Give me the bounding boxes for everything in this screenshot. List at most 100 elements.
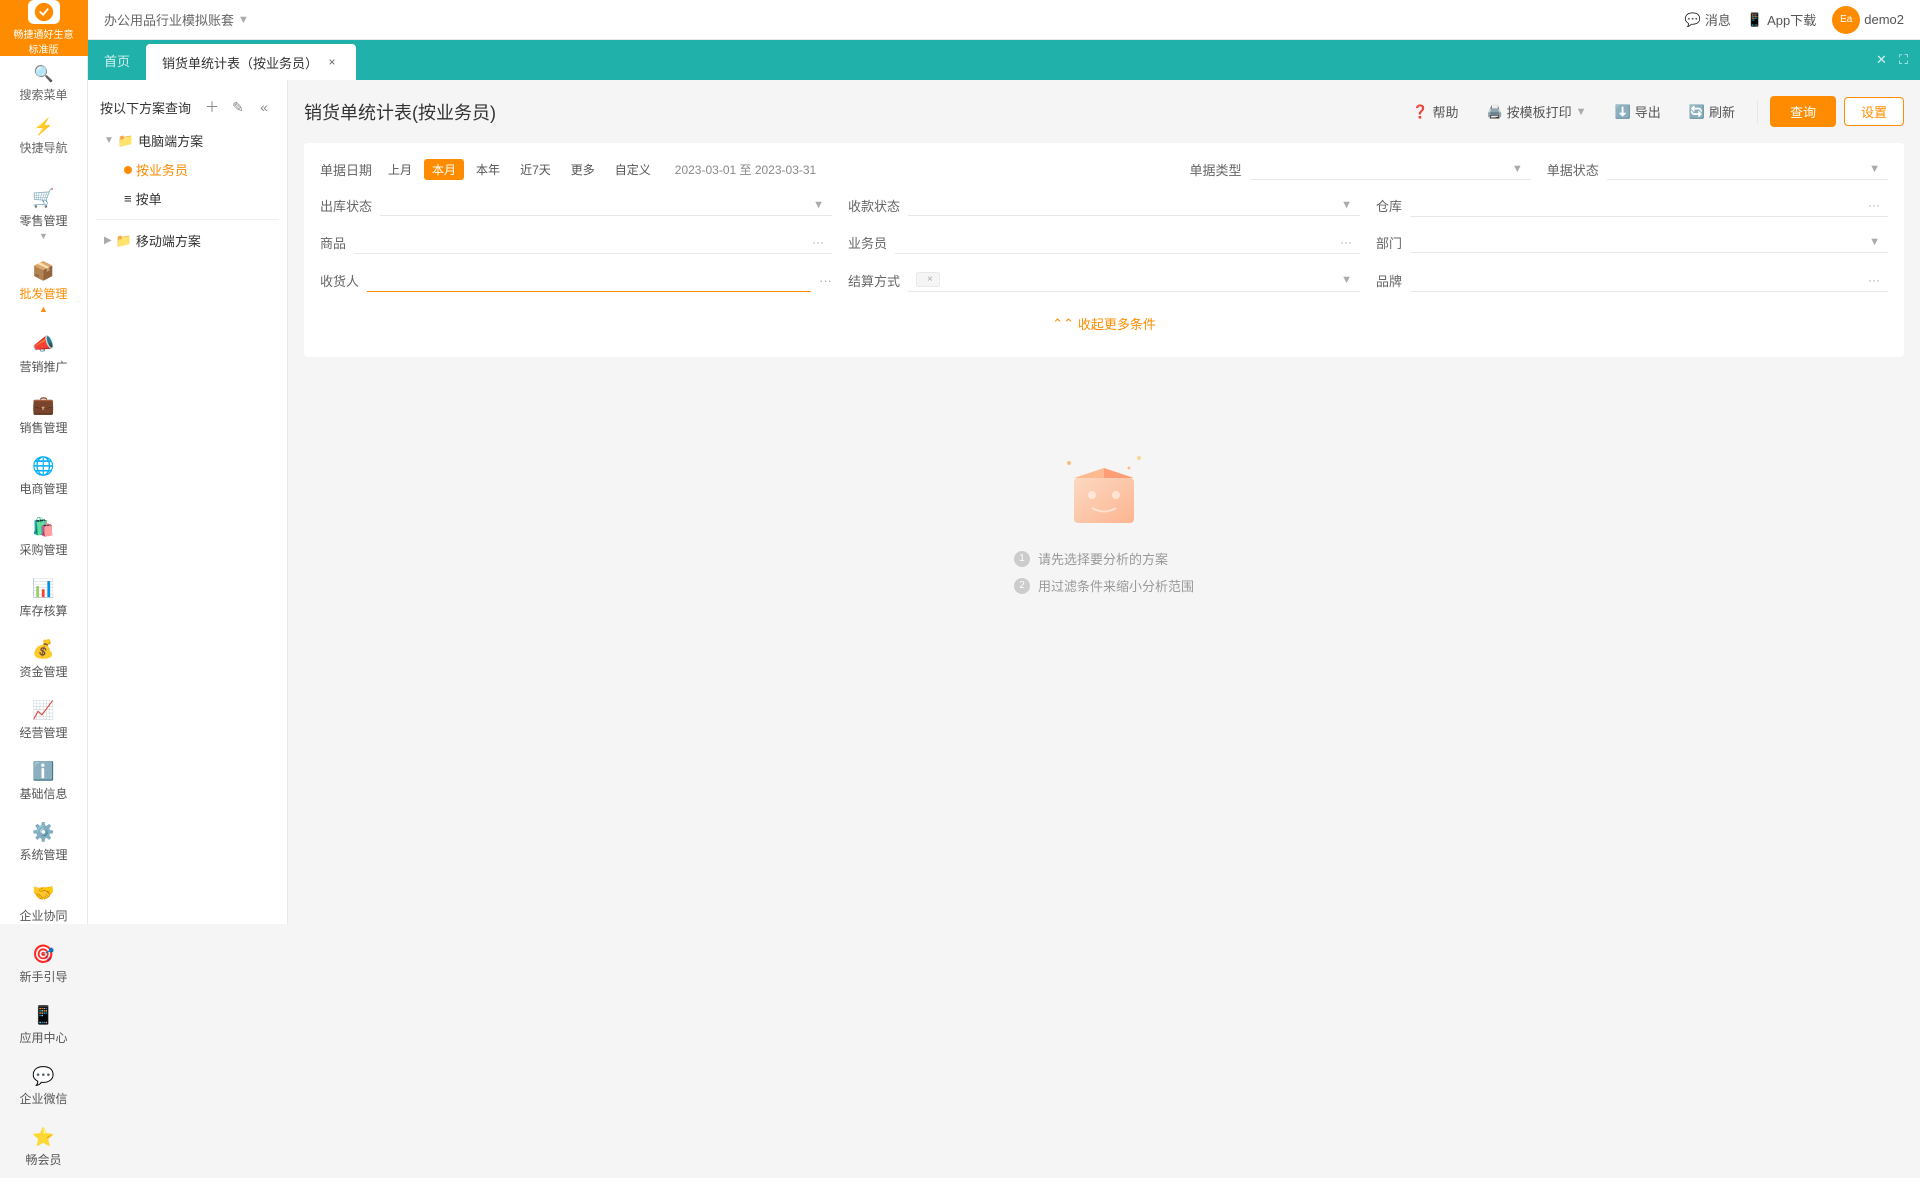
- tree-by-order[interactable]: ≡ 按单: [116, 184, 279, 213]
- filter-settlement-group: 结算方式 × ▼: [848, 268, 1360, 292]
- scheme-tree: ▼ 📁 电脑端方案 按业务员 ≡ 按单: [88, 126, 287, 255]
- sidebar-item-inventory[interactable]: 📊 库存核算: [0, 568, 87, 629]
- receiver-input[interactable]: [367, 268, 811, 292]
- filter-row-2: 出库状态 ▼ 收款状态 ▼ 仓库: [320, 194, 1888, 217]
- settings-button[interactable]: 设置: [1844, 97, 1904, 126]
- settlement-tag-close[interactable]: ×: [927, 274, 933, 285]
- date-tab-custom[interactable]: 自定义: [607, 159, 659, 180]
- doc-type-select[interactable]: ▼: [1250, 159, 1531, 180]
- date-tab-last-month[interactable]: 上月: [380, 159, 420, 180]
- tree-desktop-children: 按业务员 ≡ 按单: [96, 155, 279, 213]
- warehouse-select[interactable]: ···: [1410, 194, 1888, 217]
- tab-sales-stat[interactable]: 销货单统计表（按业务员） ×: [146, 44, 356, 80]
- receiver-more-icon: ···: [819, 273, 832, 288]
- tab-close-button[interactable]: ×: [324, 54, 340, 70]
- help-button[interactable]: ❓ 帮助: [1402, 98, 1468, 125]
- app-name: 畅捷通好生意: [14, 26, 74, 41]
- sidebar-item-ecommerce[interactable]: 🌐 电商管理: [0, 446, 87, 507]
- expand-icon: ▼: [104, 135, 114, 146]
- empty-illustration: [1054, 433, 1154, 533]
- export-button[interactable]: ⬇️ 导出: [1605, 98, 1671, 125]
- sidebar-item-member[interactable]: ⭐ 畅会员: [0, 1117, 87, 1178]
- collapse-panel-button[interactable]: «: [253, 96, 275, 118]
- mobile-folder-icon: 📁: [116, 233, 132, 249]
- payment-status-dropdown-icon: ▼: [1341, 199, 1352, 211]
- close-window-button[interactable]: ✕: [1872, 48, 1891, 72]
- empty-state: 1 请先选择要分析的方案 2 用过滤条件来缩小分析范围: [304, 373, 1904, 655]
- add-scheme-button[interactable]: ＋: [201, 96, 223, 118]
- sidebar-item-new-guide[interactable]: 🎯 新手引导: [0, 934, 87, 995]
- main-area: 办公用品行业模拟账套 ▼ 💬 消息 📱 App下载 Ea demo2 首页: [88, 0, 1920, 924]
- filter-doc-status-group: 单据状态 ▼: [1547, 159, 1888, 180]
- topbar-right: 💬 消息 📱 App下载 Ea demo2: [1685, 6, 1904, 34]
- maximize-button[interactable]: ⛶: [1895, 48, 1912, 72]
- app-download-button[interactable]: 📱 App下载: [1747, 10, 1816, 29]
- sidebar: 畅捷通好生意 标准版 🔍 搜索菜单 ⚡ 快捷导航 🛒 零售管理 ▼ 📦 批发管理…: [0, 0, 88, 924]
- tree-desktop-scheme[interactable]: ▼ 📁 电脑端方案: [96, 126, 279, 155]
- date-tabs: 上月 本月 本年 近7天 更多 自定义: [380, 159, 659, 180]
- message-icon: 💬: [1685, 12, 1701, 28]
- message-button[interactable]: 💬 消息: [1685, 10, 1731, 29]
- doc-status-select[interactable]: ▼: [1607, 159, 1888, 180]
- filter-out-status-group: 出库状态 ▼: [320, 195, 832, 216]
- sidebar-item-operations[interactable]: 📈 经营管理: [0, 690, 87, 751]
- folder-icon: 📁: [118, 133, 134, 149]
- sidebar-item-purchase[interactable]: 🛍️ 采购管理: [0, 507, 87, 568]
- settlement-dropdown-icon: ▼: [1341, 274, 1352, 286]
- sidebar-item-enterprise[interactable]: 🤝 企业协同: [0, 873, 87, 934]
- quick-nav[interactable]: ⚡ 快捷导航: [0, 111, 87, 162]
- tree-mobile-scheme[interactable]: ▶ 📁 移动端方案: [96, 226, 279, 255]
- department-select[interactable]: ▼: [1410, 232, 1888, 253]
- payment-status-select[interactable]: ▼: [908, 195, 1360, 216]
- sidebar-item-enterprise-wechat[interactable]: 💬 企业微信: [0, 1056, 87, 1117]
- active-indicator: [124, 166, 132, 174]
- settlement-select[interactable]: × ▼: [908, 268, 1360, 292]
- date-range-display: 2023-03-01 至 2023-03-31: [675, 161, 816, 178]
- date-tab-last-7days[interactable]: 近7天: [512, 159, 559, 180]
- filter-brand-group: 品牌 ···: [1376, 269, 1888, 292]
- page-title: 销货单统计表(按业务员): [304, 99, 496, 125]
- sidebar-item-basic-info[interactable]: ℹ️ 基础信息: [0, 751, 87, 812]
- refresh-button[interactable]: 🔄 刷新: [1679, 98, 1745, 125]
- empty-tips: 1 请先选择要分析的方案 2 用过滤条件来缩小分析范围: [1014, 549, 1194, 595]
- sidebar-item-finance[interactable]: 💰 资金管理: [0, 629, 87, 690]
- topbar: 办公用品行业模拟账套 ▼ 💬 消息 📱 App下载 Ea demo2: [88, 0, 1920, 40]
- filter-date-group: 单据日期 上月 本月 本年 近7天 更多 自定义 2023-03-01 至 20…: [320, 159, 816, 180]
- sidebar-item-retail[interactable]: 🛒 零售管理 ▼: [0, 178, 87, 251]
- page-actions: ❓ 帮助 🖨️ 按模板打印 ▼ ⬇️ 导出 🔄 刷新: [1402, 96, 1904, 127]
- right-content: 销货单统计表(按业务员) ❓ 帮助 🖨️ 按模板打印 ▼ ⬇️ 导出: [288, 80, 1920, 924]
- refresh-icon: 🔄: [1689, 104, 1705, 120]
- date-tab-more[interactable]: 更多: [563, 159, 603, 180]
- date-tab-current-month[interactable]: 本月: [424, 159, 464, 180]
- sidebar-item-wholesale[interactable]: 📦 批发管理 ▲: [0, 251, 87, 324]
- tab-home[interactable]: 首页: [88, 40, 146, 80]
- sidebar-item-sales[interactable]: 💼 销售管理: [0, 385, 87, 446]
- brand-more-icon: ···: [1868, 273, 1880, 287]
- edit-scheme-button[interactable]: ✎: [227, 96, 249, 118]
- page-header: 销货单统计表(按业务员) ❓ 帮助 🖨️ 按模板打印 ▼ ⬇️ 导出: [304, 96, 1904, 127]
- brand-select[interactable]: ···: [1410, 269, 1888, 292]
- product-more-icon: ···: [812, 235, 824, 249]
- app-edition: 标准版: [29, 41, 59, 56]
- dropdown-arrow-icon: ▼: [238, 14, 249, 26]
- search-menu[interactable]: 🔍 搜索菜单: [0, 56, 87, 111]
- sidebar-item-app-center[interactable]: 📱 应用中心: [0, 995, 87, 1056]
- date-tab-current-year[interactable]: 本年: [468, 159, 508, 180]
- sidebar-item-system[interactable]: ⚙️ 系统管理: [0, 812, 87, 873]
- query-button[interactable]: 查询: [1770, 96, 1836, 127]
- user-profile[interactable]: Ea demo2: [1832, 6, 1904, 34]
- account-dropdown[interactable]: 办公用品行业模拟账套 ▼: [104, 10, 249, 29]
- out-status-select[interactable]: ▼: [380, 195, 832, 216]
- tree-by-salesperson[interactable]: 按业务员: [116, 155, 279, 184]
- collapse-icon: ⌃⌃: [1052, 316, 1074, 332]
- topbar-left: 办公用品行业模拟账套 ▼: [104, 10, 249, 29]
- left-panel: 按以下方案查询 ＋ ✎ « ▼ 📁 电脑端方案 按业务员: [88, 80, 288, 924]
- collapse-conditions-button[interactable]: ⌃⌃ 收起更多条件: [320, 306, 1888, 341]
- product-select[interactable]: ···: [354, 231, 832, 254]
- filter-row-4: 收货人 ··· 结算方式 × ▼: [320, 268, 1888, 292]
- print-icon: 🖨️: [1486, 104, 1502, 120]
- salesperson-select[interactable]: ···: [895, 231, 1360, 254]
- print-button[interactable]: 🖨️ 按模板打印 ▼: [1476, 98, 1596, 125]
- tabbar: 首页 销货单统计表（按业务员） × ✕ ⛶: [88, 40, 1920, 80]
- sidebar-item-marketing[interactable]: 📣 营销推广: [0, 324, 87, 385]
